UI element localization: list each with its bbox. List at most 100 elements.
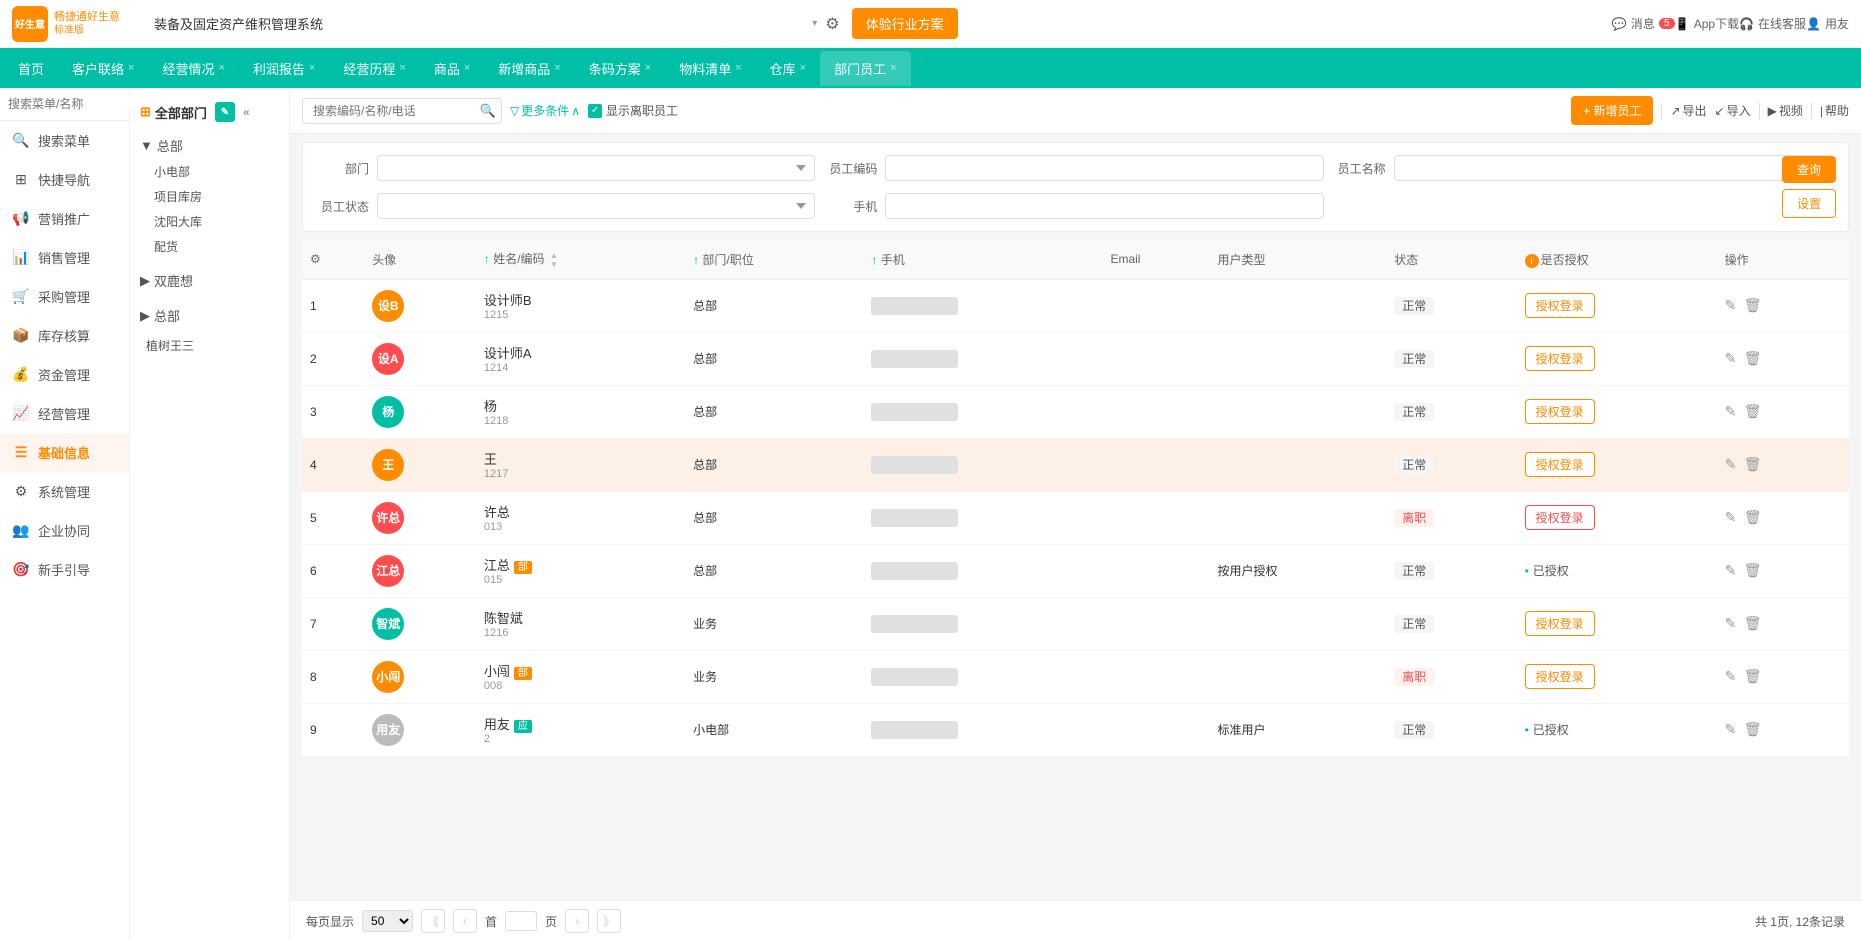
delete-button[interactable]: 🗑 bbox=[1744, 456, 1762, 472]
close-icon[interactable]: × bbox=[800, 62, 806, 74]
close-icon[interactable]: × bbox=[218, 62, 224, 74]
dept-child-xianmu[interactable]: 项目库房 bbox=[130, 184, 289, 209]
dept-child-shenyang[interactable]: 沈阳大库 bbox=[130, 209, 289, 234]
dept-child-peihuo[interactable]: 配货 bbox=[130, 234, 289, 259]
phone-input[interactable] bbox=[885, 193, 1323, 219]
sidebar-item-basic[interactable]: ☰ 基础信息 bbox=[0, 433, 129, 472]
auth-login-button[interactable]: 授权登录 bbox=[1525, 452, 1595, 477]
auth-login-button[interactable]: 授权登录 bbox=[1525, 346, 1595, 371]
auth-login-button[interactable]: 授权登录 bbox=[1525, 611, 1595, 636]
per-page-select[interactable]: 50 20 100 bbox=[362, 910, 413, 932]
dept-child-xiaodibu[interactable]: 小电部 bbox=[130, 159, 289, 184]
last-page-button[interactable]: 》 bbox=[597, 909, 621, 933]
sidebar-item-finance[interactable]: 💰 资金管理 bbox=[0, 355, 129, 394]
nav-tab-operation[interactable]: 经营情况× bbox=[148, 51, 238, 86]
nav-tab-home[interactable]: 首页 bbox=[4, 51, 58, 86]
delete-button[interactable]: 🗑 bbox=[1744, 615, 1762, 631]
nav-tab-add-goods[interactable]: 新增商品× bbox=[484, 51, 574, 86]
close-icon[interactable]: × bbox=[645, 62, 651, 74]
prev-page-button[interactable]: ‹ bbox=[453, 909, 477, 933]
close-icon[interactable]: × bbox=[309, 62, 315, 74]
trial-button[interactable]: 体验行业方案 bbox=[852, 8, 958, 39]
delete-button[interactable]: 🗑 bbox=[1744, 509, 1762, 525]
dept-select[interactable] bbox=[377, 155, 815, 181]
user-action[interactable]: 👤 用友 bbox=[1806, 15, 1849, 32]
auth-login-button[interactable]: 授权登录 bbox=[1525, 505, 1595, 530]
close-icon[interactable]: × bbox=[128, 62, 134, 74]
show-resigned-toggle[interactable]: ✓ 显示离职员工 bbox=[588, 102, 678, 119]
first-page-button[interactable]: 《 bbox=[421, 909, 445, 933]
edit-button[interactable]: ✎ bbox=[1725, 721, 1737, 737]
nav-tab-history[interactable]: 经营历程× bbox=[329, 51, 419, 86]
edit-button[interactable]: ✎ bbox=[1725, 403, 1737, 419]
dept-group-label-zongbu2[interactable]: ▶ 总部 bbox=[130, 302, 289, 329]
sidebar-item-guide[interactable]: 🎯 新手引导 bbox=[0, 550, 129, 589]
next-page-button[interactable]: › bbox=[565, 909, 589, 933]
message-action[interactable]: 💬 消息 5 bbox=[1612, 15, 1675, 32]
close-icon[interactable]: × bbox=[890, 62, 896, 74]
close-icon[interactable]: × bbox=[735, 62, 741, 74]
search-submit-icon[interactable]: 🔍 bbox=[480, 103, 496, 119]
delete-button[interactable]: 🗑 bbox=[1744, 721, 1762, 737]
delete-button[interactable]: 🗑 bbox=[1744, 562, 1762, 578]
sidebar-item-marketing[interactable]: 📢 营销推广 bbox=[0, 199, 129, 238]
th-dept[interactable]: ↑ 部门/职位 bbox=[685, 240, 863, 279]
help-button[interactable]: | 帮助 bbox=[1820, 102, 1849, 119]
dept-edit-icon[interactable]: ✎ bbox=[215, 102, 235, 122]
nav-tab-barcode[interactable]: 条码方案× bbox=[575, 51, 665, 86]
dept-child-zhishu[interactable]: 植树王三 bbox=[130, 333, 289, 358]
view-button[interactable]: ▶ 视频 bbox=[1768, 102, 1803, 119]
auth-login-button[interactable]: 授权登录 bbox=[1525, 293, 1595, 318]
sidebar-item-collab[interactable]: 👥 企业协同 bbox=[0, 511, 129, 550]
nav-tab-customer[interactable]: 客户联络× bbox=[58, 51, 148, 86]
edit-button[interactable]: ✎ bbox=[1725, 615, 1737, 631]
nav-tab-warehouse[interactable]: 仓库× bbox=[756, 51, 820, 86]
nav-tab-employees[interactable]: 部门员工× bbox=[820, 51, 910, 86]
sidebar-item-management[interactable]: 📈 经营管理 bbox=[0, 394, 129, 433]
close-icon[interactable]: × bbox=[554, 62, 560, 74]
online-support-action[interactable]: 🎧 在线客服 bbox=[1739, 15, 1806, 32]
nav-tab-goods[interactable]: 商品× bbox=[420, 51, 484, 86]
delete-button[interactable]: 🗑 bbox=[1744, 350, 1762, 366]
edit-button[interactable]: ✎ bbox=[1725, 456, 1737, 472]
add-employee-button[interactable]: + 新增员工 bbox=[1571, 96, 1653, 125]
edit-button[interactable]: ✎ bbox=[1725, 562, 1737, 578]
emp-status-select[interactable] bbox=[377, 193, 815, 219]
edit-button[interactable]: ✎ bbox=[1725, 350, 1737, 366]
sidebar-item-inventory[interactable]: 📦 库存核算 bbox=[0, 316, 129, 355]
app-download-action[interactable]: 📱 App下载 bbox=[1675, 15, 1739, 32]
more-conditions-button[interactable]: ▽ 更多条件 ∧ bbox=[510, 102, 580, 119]
close-icon[interactable]: × bbox=[464, 62, 470, 74]
sidebar-item-purchase[interactable]: 🛒 采购管理 bbox=[0, 277, 129, 316]
export-button[interactable]: ↗ 导出 bbox=[1670, 102, 1706, 119]
emp-name-input[interactable] bbox=[1394, 155, 1832, 181]
sidebar-item-system[interactable]: ⚙ 系统管理 bbox=[0, 472, 129, 511]
dept-group-label-shuanglu[interactable]: ▶ 双鹿想 bbox=[130, 267, 289, 294]
th-phone[interactable]: ↑ 手机 bbox=[863, 240, 1102, 279]
th-name[interactable]: ↑ 姓名/编码 ▲▼ bbox=[476, 240, 685, 279]
close-icon[interactable]: × bbox=[399, 62, 405, 74]
delete-button[interactable]: 🗑 bbox=[1744, 297, 1762, 313]
auth-login-button[interactable]: 授权登录 bbox=[1525, 399, 1595, 424]
emp-code-input[interactable] bbox=[885, 155, 1323, 181]
edit-button[interactable]: ✎ bbox=[1725, 509, 1737, 525]
auth-login-button[interactable]: 授权登录 bbox=[1525, 664, 1595, 689]
system-dropdown-icon[interactable]: ▾ bbox=[812, 18, 817, 29]
set-button[interactable]: 设置 bbox=[1782, 189, 1836, 218]
query-button[interactable]: 查询 bbox=[1782, 156, 1836, 183]
import-button[interactable]: ↙ 导入 bbox=[1715, 102, 1751, 119]
page-number-input[interactable]: 1 bbox=[505, 911, 537, 931]
edit-button[interactable]: ✎ bbox=[1725, 668, 1737, 684]
sidebar-item-sales[interactable]: 📊 销售管理 bbox=[0, 238, 129, 277]
search-input[interactable] bbox=[302, 98, 502, 124]
sidebar-item-search[interactable]: 🔍 搜索菜单 bbox=[0, 121, 129, 160]
delete-button[interactable]: 🗑 bbox=[1744, 403, 1762, 419]
nav-tab-bom[interactable]: 物料清单× bbox=[665, 51, 755, 86]
nav-tab-profit[interactable]: 利润报告× bbox=[239, 51, 329, 86]
edit-button[interactable]: ✎ bbox=[1725, 297, 1737, 313]
dept-collapse-button[interactable]: « bbox=[243, 105, 250, 119]
settings-icon[interactable]: ⚙ bbox=[825, 14, 839, 34]
dept-group-label[interactable]: ▼ 总部 bbox=[130, 132, 289, 159]
th-settings[interactable]: ⚙ bbox=[302, 240, 364, 279]
delete-button[interactable]: 🗑 bbox=[1744, 668, 1762, 684]
